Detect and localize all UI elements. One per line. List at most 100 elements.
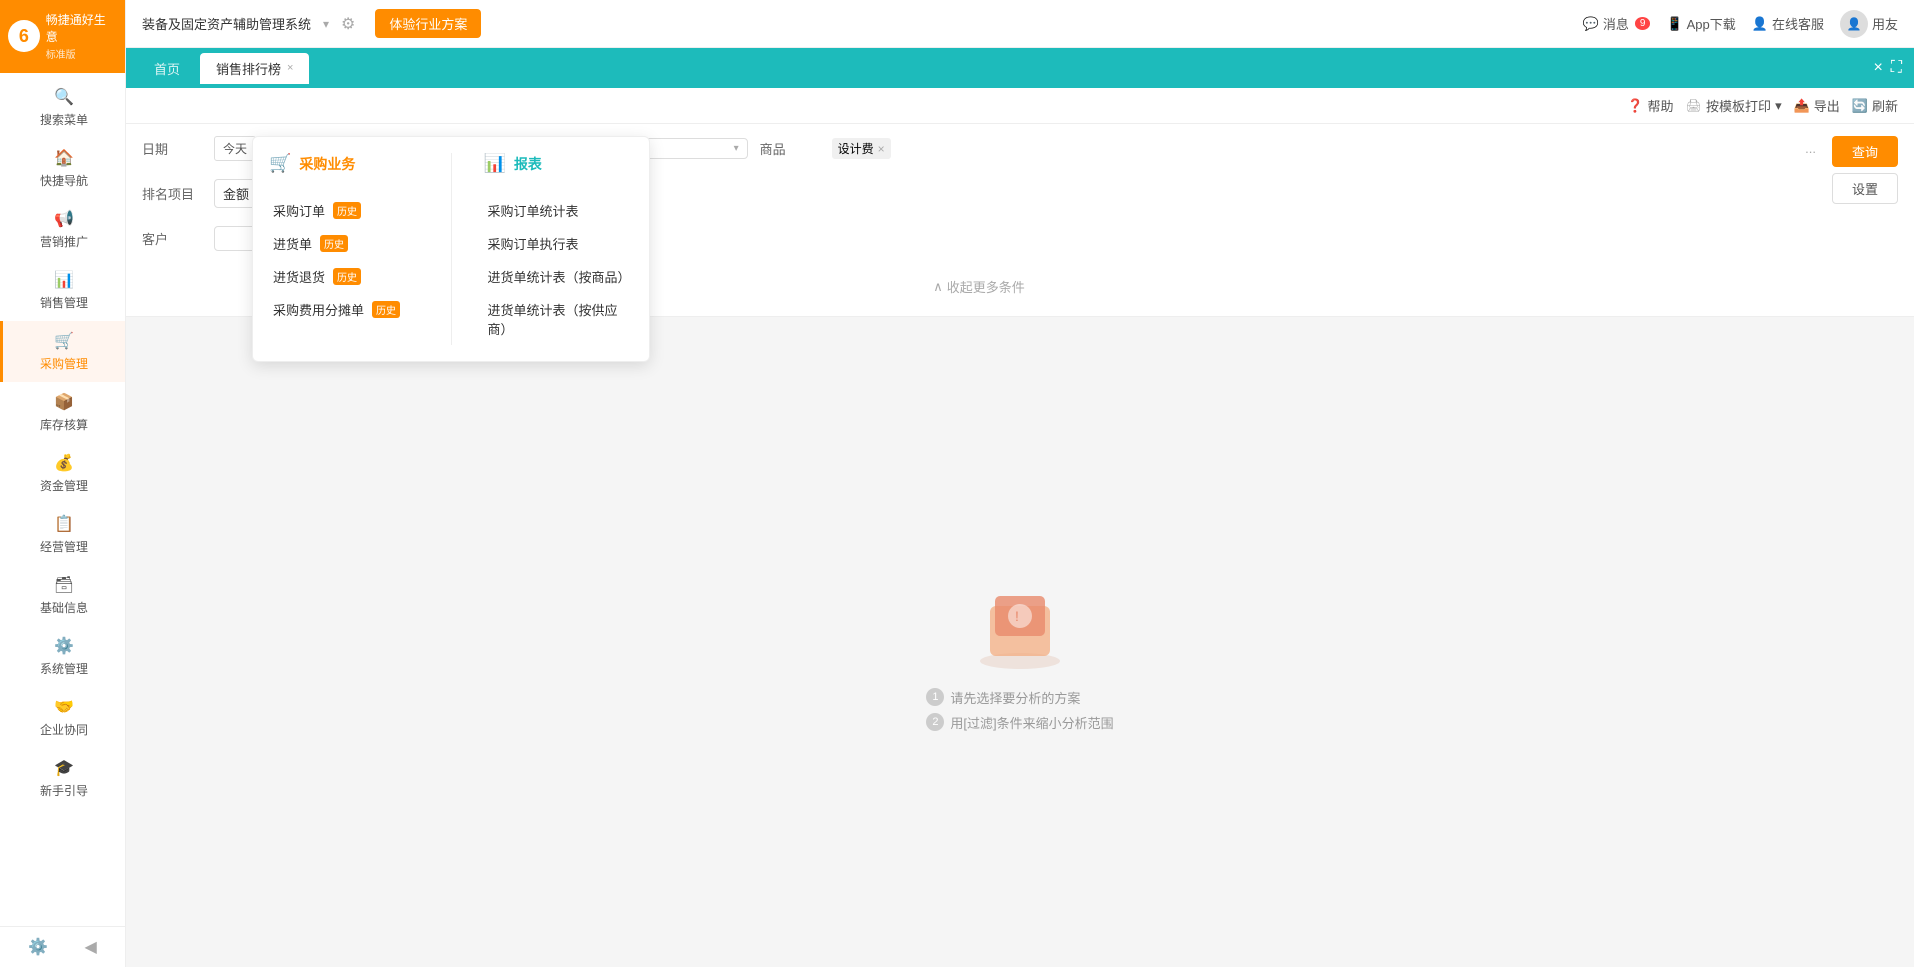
header-user[interactable]: 👤 用友: [1840, 10, 1898, 38]
tab-close-btn[interactable]: ×: [1873, 59, 1882, 77]
menu-item-purchase-order[interactable]: 采购订单 历史: [269, 194, 419, 227]
menu-item-return[interactable]: 进货退货 历史: [269, 260, 419, 293]
sidebar-logo: 6 畅捷通好生意 标准版: [0, 0, 125, 73]
sidebar-label-enterprise: 企业协同: [40, 721, 88, 738]
empty-step2: 2 用[过滤]条件来缩小分析范围: [926, 713, 1113, 732]
sidebar-label-system: 系统管理: [40, 660, 88, 677]
sidebar-label-basic: 基础信息: [40, 599, 88, 616]
sidebar-item-capital[interactable]: 💰 资金管理: [0, 443, 125, 504]
inventory-icon: 📦: [54, 392, 74, 412]
sidebar-item-marketing[interactable]: 📢 营销推广: [0, 199, 125, 260]
tab-sales-ranking[interactable]: 销售排行榜 ×: [200, 53, 309, 84]
menu-item-incoming-stats-goods[interactable]: 进货单统计表（按商品）: [484, 260, 634, 293]
sidebar-item-sales[interactable]: 📊 销售管理: [0, 260, 125, 321]
print-icon: 🖨: [1686, 98, 1703, 114]
settings-button[interactable]: 设置: [1832, 173, 1898, 204]
logo-text: 畅捷通好生意: [46, 12, 117, 46]
header-gear-icon[interactable]: ⚙: [341, 14, 355, 34]
search-icon: 🔍: [54, 87, 74, 107]
query-button[interactable]: 查询: [1832, 136, 1898, 167]
sidebar-label-guide: 新手引导: [40, 782, 88, 799]
menu-section-purchase: 🛒 采购业务 采购订单 历史 进货单 历史 进货退货 历史 采购费用分摊单: [269, 153, 419, 345]
sidebar-label-operations: 经营管理: [40, 538, 88, 555]
menu-item-incoming-stats-supplier[interactable]: 进货单统计表（按供应商）: [484, 293, 634, 345]
collapse-label: 收起更多条件: [947, 277, 1025, 296]
toolbar-help-btn[interactable]: ❓ 帮助: [1627, 96, 1673, 115]
sidebar-item-guide[interactable]: 🎓 新手引导: [0, 748, 125, 809]
industry-btn[interactable]: 体验行业方案: [375, 9, 481, 38]
incoming-label: 进货单: [273, 234, 312, 253]
basic-icon: 🗃: [54, 575, 74, 595]
header-dropdown-arrow[interactable]: ▾: [323, 17, 329, 31]
system-title: 装备及固定资产辅助管理系统: [142, 14, 311, 33]
sidebar-item-purchase[interactable]: 🛒 采购管理: [0, 321, 125, 382]
return-badge: 历史: [333, 268, 361, 285]
purchase-icon: 🛒: [54, 331, 74, 351]
toolbar-refresh-btn[interactable]: 🔄 刷新: [1852, 96, 1898, 115]
sidebar-item-inventory[interactable]: 📦 库存核算: [0, 382, 125, 443]
menu-item-purchase-order-stats[interactable]: 采购订单统计表: [484, 194, 634, 227]
user-label: 用友: [1872, 14, 1898, 33]
purchase-order-badge: 历史: [333, 202, 361, 219]
sidebar-nav: 🔍 搜索菜单 🏠 快捷导航 📢 营销推广 📊 销售管理 🛒 采购管理 📦 库存核…: [0, 73, 125, 926]
tab-home[interactable]: 首页: [138, 53, 196, 84]
goods-tag: 设计费 ×: [832, 138, 891, 159]
tab-home-label: 首页: [154, 59, 180, 78]
goods-label: 商品: [760, 139, 820, 158]
operations-icon: 📋: [54, 514, 74, 534]
incoming-stats-goods-label: 进货单统计表（按商品）: [488, 267, 630, 286]
menu-item-incoming[interactable]: 进货单 历史: [269, 227, 419, 260]
purchase-section-title: 🛒 采购业务: [269, 153, 419, 182]
capital-icon: 💰: [54, 453, 74, 473]
sidebar-item-quick[interactable]: 🏠 快捷导航: [0, 138, 125, 199]
goods-tag-close[interactable]: ×: [878, 142, 885, 156]
header-app-download[interactable]: 📱 App下载: [1666, 14, 1735, 33]
marketing-icon: 📢: [54, 209, 74, 229]
toolbar-print-btn[interactable]: 🖨 按模板打印 ▾: [1686, 96, 1782, 115]
toolbar-export-btn[interactable]: 📤 导出: [1794, 96, 1840, 115]
sidebar-label-search: 搜索菜单: [40, 111, 88, 128]
message-badge: 9: [1635, 17, 1651, 30]
sidebar-label-marketing: 营销推广: [40, 233, 88, 250]
sidebar-label-quick: 快捷导航: [40, 172, 88, 189]
sidebar-item-enterprise[interactable]: 🤝 企业协同: [0, 687, 125, 748]
sidebar-item-basic[interactable]: 🗃 基础信息: [0, 565, 125, 626]
filter-right-buttons: 查询 设置: [1832, 136, 1898, 204]
step1-num: 1: [926, 688, 944, 706]
message-label: 消息: [1603, 14, 1629, 33]
step2-num: 2: [926, 713, 944, 731]
sidebar-item-operations[interactable]: 📋 经营管理: [0, 504, 125, 565]
guide-icon: 🎓: [54, 758, 74, 778]
header-message[interactable]: 💬 消息 9: [1583, 14, 1651, 33]
menu-item-purchase-expense[interactable]: 采购费用分摊单 历史: [269, 293, 419, 326]
tab-window-buttons: × ⛶: [1873, 59, 1902, 77]
menu-divider: [451, 153, 452, 345]
sidebar-item-system[interactable]: ⚙️ 系统管理: [0, 626, 125, 687]
sidebar-item-search[interactable]: 🔍 搜索菜单: [0, 77, 125, 138]
date-preset-today[interactable]: 今天: [214, 136, 256, 161]
print-label: 按模板打印: [1706, 96, 1771, 115]
menu-section-report: 📊 报表 采购订单统计表 采购订单执行表 进货单统计表（按商品） 进货单统计表（…: [484, 153, 634, 345]
footer-settings-icon[interactable]: ⚙️: [28, 937, 48, 957]
online-service-icon: 👤: [1752, 16, 1768, 32]
main-content: 装备及固定资产辅助管理系统 ▾ ⚙ 体验行业方案 💬 消息 9 📱 App下载 …: [126, 0, 1914, 967]
sidebar-collapse-icon[interactable]: ◀: [84, 937, 96, 957]
step2-text: 用[过滤]条件来缩小分析范围: [950, 713, 1113, 732]
empty-state: ! 1 请先选择要分析的方案 2 用[过滤]条件来缩小分析范围: [126, 317, 1914, 967]
report-section-title: 📊 报表: [484, 153, 634, 182]
goods-tag-value: 设计费: [838, 140, 874, 157]
sidebar-footer: ⚙️ ◀: [0, 926, 125, 967]
tab-expand-btn[interactable]: ⛶: [1891, 59, 1902, 77]
app-download-icon: 📱: [1666, 16, 1682, 32]
export-label: 导出: [1814, 96, 1840, 115]
menu-item-purchase-order-exec[interactable]: 采购订单执行表: [484, 227, 634, 260]
report-section-icon: 📊: [484, 153, 506, 174]
logo-icon: 6: [8, 20, 40, 52]
header-online-service[interactable]: 👤 在线客服: [1752, 14, 1824, 33]
row1-dots[interactable]: ...: [1805, 141, 1816, 156]
export-icon: 📤: [1794, 98, 1810, 114]
tab-sales-ranking-close[interactable]: ×: [287, 62, 293, 74]
message-icon: 💬: [1583, 16, 1599, 32]
return-label: 进货退货: [273, 267, 325, 286]
purchase-order-stats-label: 采购订单统计表: [488, 201, 579, 220]
